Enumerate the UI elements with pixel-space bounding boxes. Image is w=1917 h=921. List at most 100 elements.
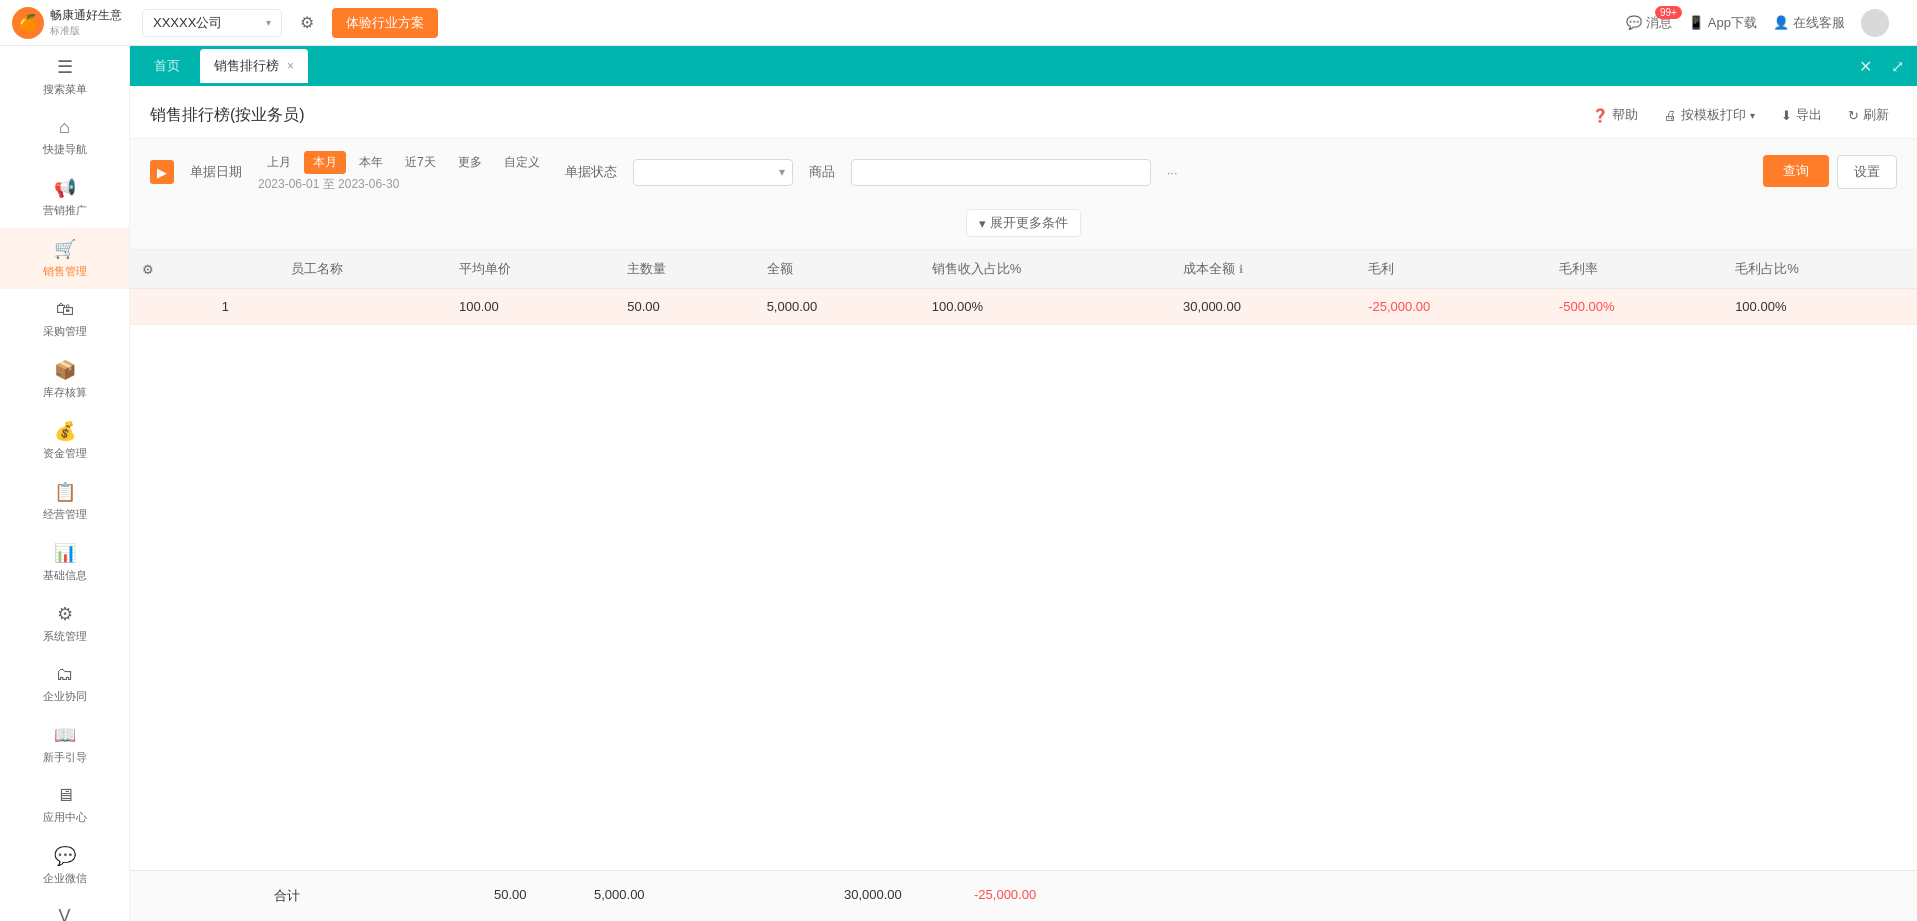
footer-settings: [142, 881, 222, 911]
refresh-btn[interactable]: ↻ 刷新: [1840, 102, 1897, 128]
page-header: 销售排行榜(按业务员) ❓ 帮助 🖨 按模板打印 ▾ ⬇: [130, 86, 1917, 139]
sales-icon: 🛒: [54, 238, 76, 260]
table-body: 1 100.00 50.00 5,000.00 100.00% 30,000.0…: [130, 289, 1917, 325]
sidebar-item-purchase[interactable]: 🛍 采购管理: [0, 289, 129, 349]
marketing-icon: 📢: [54, 177, 76, 199]
refresh-icon: ↻: [1848, 108, 1859, 123]
sidebar-item-basic-info[interactable]: 📊 基础信息: [0, 532, 129, 593]
col-gross-rate: 毛利率: [1547, 250, 1723, 289]
expand-conditions-btn[interactable]: ▾ 展开更多条件: [966, 209, 1081, 237]
footer-gross-pct: [1202, 881, 1322, 911]
sidebar-item-app-center[interactable]: 🖥 应用中心: [0, 775, 129, 835]
trial-button[interactable]: 体验行业方案: [332, 8, 438, 38]
more-icon[interactable]: ···: [1167, 165, 1178, 180]
sidebar: ☰ 搜索菜单 ⌂ 快捷导航 📢 营销推广 🛒 销售管理 🛍 采购管理 📦 库: [0, 46, 130, 921]
footer-qty: 50.00: [482, 881, 582, 911]
date-tab-7days[interactable]: 近7天: [396, 151, 445, 174]
cell-gross-pct: 100.00%: [1723, 289, 1917, 325]
logo-area: 🍊 畅康通好生意 标准版: [12, 7, 132, 39]
header-row: ⚙ 员工名称 平均单价 主数量 全额 销售收入占比% 成本全额 ℹ 毛利 毛利率: [130, 250, 1917, 289]
tab-home[interactable]: 首页: [138, 46, 196, 86]
filter-expand-arrow[interactable]: ▶: [150, 160, 174, 184]
sidebar-item-quick-nav[interactable]: ⌂ 快捷导航: [0, 107, 129, 167]
cell-gross-rate: -500.00%: [1547, 289, 1723, 325]
sidebar-item-finance[interactable]: 💰 资金管理: [0, 410, 129, 471]
tab-bar-right: ✕ ⤢: [1853, 54, 1909, 78]
date-tab-more[interactable]: 更多: [449, 151, 491, 174]
col-qty: 主数量: [615, 250, 754, 289]
expand-down-icon: ▾: [979, 216, 986, 231]
logo-icon: 🍊: [12, 7, 44, 39]
col-settings[interactable]: ⚙: [130, 250, 210, 289]
purchase-icon: 🛍: [56, 299, 74, 320]
main-area: ☰ 搜索菜单 ⌂ 快捷导航 📢 营销推广 🛒 销售管理 🛍 采购管理 📦 库: [0, 46, 1917, 921]
query-button[interactable]: 查询: [1763, 155, 1829, 187]
filter-row: ▶ 单据日期 上月 本月 本年 近7天 更多 自定义 2023-06: [150, 151, 1897, 193]
print-btn[interactable]: 🖨 按模板打印 ▾: [1656, 102, 1763, 128]
top-right-area: 💬 消息 99+ 📱 App下载 👤 在线客服: [1626, 9, 1905, 37]
date-tab-last-month[interactable]: 上月: [258, 151, 300, 174]
status-select-wrapper: [633, 159, 793, 186]
cell-qty: 50.00: [615, 289, 754, 325]
footer-rank: [222, 881, 262, 911]
col-cost: 成本全额 ℹ: [1171, 250, 1356, 289]
status-label: 单据状态: [565, 163, 617, 181]
table-header: ⚙ 员工名称 平均单价 主数量 全额 销售收入占比% 成本全额 ℹ 毛利 毛利率: [130, 250, 1917, 289]
date-filter-group: 上月 本月 本年 近7天 更多 自定义 2023-06-01 至 2023-06…: [258, 151, 549, 193]
table-footer: 合计 50.00 5,000.00 30,000.00 -25,000.00: [130, 870, 1917, 921]
sidebar-item-inventory[interactable]: 📦 库存核算: [0, 349, 129, 410]
export-btn[interactable]: ⬇ 导出: [1773, 102, 1830, 128]
date-tab-custom[interactable]: 自定义: [495, 151, 549, 174]
help-btn[interactable]: ❓ 帮助: [1584, 102, 1646, 128]
sidebar-item-system[interactable]: ⚙ 系统管理: [0, 593, 129, 654]
cell-name: [279, 289, 447, 325]
tab-maximize-icon[interactable]: ⤢: [1885, 54, 1909, 78]
filter-area: ▶ 单据日期 上月 本月 本年 近7天 更多 自定义 2023-06: [130, 139, 1917, 250]
print-icon: 🖨: [1664, 108, 1677, 123]
footer-label: 合计: [262, 881, 382, 911]
col-avg-price: 平均单价: [447, 250, 615, 289]
basic-info-icon: 📊: [54, 542, 76, 564]
sidebar-item-wechat[interactable]: 💬 企业微信: [0, 835, 129, 896]
table-container: ⚙ 员工名称 平均单价 主数量 全额 销售收入占比% 成本全额 ℹ 毛利 毛利率: [130, 250, 1917, 870]
settings-button[interactable]: 设置: [1837, 155, 1897, 189]
status-select[interactable]: [633, 159, 793, 186]
sidebar-item-search[interactable]: ☰ 搜索菜单: [0, 46, 129, 107]
cell-cost: 30,000.00: [1171, 289, 1356, 325]
sidebar-item-guide[interactable]: 📖 新手引导: [0, 714, 129, 775]
tab-minimize-icon[interactable]: ✕: [1853, 54, 1877, 78]
close-icon[interactable]: ×: [287, 59, 294, 73]
operations-icon: 📋: [54, 481, 76, 503]
date-tab-this-month[interactable]: 本月: [304, 151, 346, 174]
footer-avg-price: [382, 881, 482, 911]
avatar[interactable]: [1861, 9, 1889, 37]
dropdown-arrow-icon: ▾: [266, 17, 271, 28]
service-icon: 👤: [1773, 15, 1789, 30]
help-icon: ❓: [1592, 108, 1608, 123]
sidebar-item-enterprise[interactable]: 🗂 企业协同: [0, 654, 129, 714]
sidebar-item-operations[interactable]: 📋 经营管理: [0, 471, 129, 532]
company-selector[interactable]: XXXXX公司 ▾: [142, 9, 282, 37]
date-tab-this-year[interactable]: 本年: [350, 151, 392, 174]
online-service-btn[interactable]: 👤 在线客服: [1773, 14, 1845, 32]
date-tabs: 上月 本月 本年 近7天 更多 自定义: [258, 151, 549, 174]
message-btn[interactable]: 💬 消息 99+: [1626, 14, 1672, 32]
col-gross: 毛利: [1356, 250, 1547, 289]
filter-right-actions: 查询 设置: [1763, 155, 1897, 189]
footer-gross-rate: [1082, 881, 1202, 911]
settings-icon-btn[interactable]: ⚙: [292, 8, 322, 38]
expand-btn-container: ▾ 展开更多条件: [150, 201, 1897, 237]
tab-sales-ranking[interactable]: 销售排行榜 ×: [200, 49, 308, 83]
app-download-btn[interactable]: 📱 App下载: [1688, 14, 1757, 32]
sidebar-item-marketing[interactable]: 📢 营销推广: [0, 167, 129, 228]
content-area: 首页 销售排行榜 × ✕ ⤢ 销售排行榜(按业务员) ❓: [130, 46, 1917, 921]
sidebar-item-sales[interactable]: 🛒 销售管理: [0, 228, 129, 289]
search-menu-icon: ☰: [57, 56, 73, 78]
goods-label: 商品: [809, 163, 835, 181]
cell-settings: [130, 289, 210, 325]
sidebar-item-member[interactable]: V 畅会员: [0, 896, 129, 921]
goods-input[interactable]: [851, 159, 1151, 186]
cell-amount: 5,000.00: [755, 289, 920, 325]
date-range-text: 2023-06-01 至 2023-06-30: [258, 176, 549, 193]
col-name: 员工名称: [279, 250, 447, 289]
